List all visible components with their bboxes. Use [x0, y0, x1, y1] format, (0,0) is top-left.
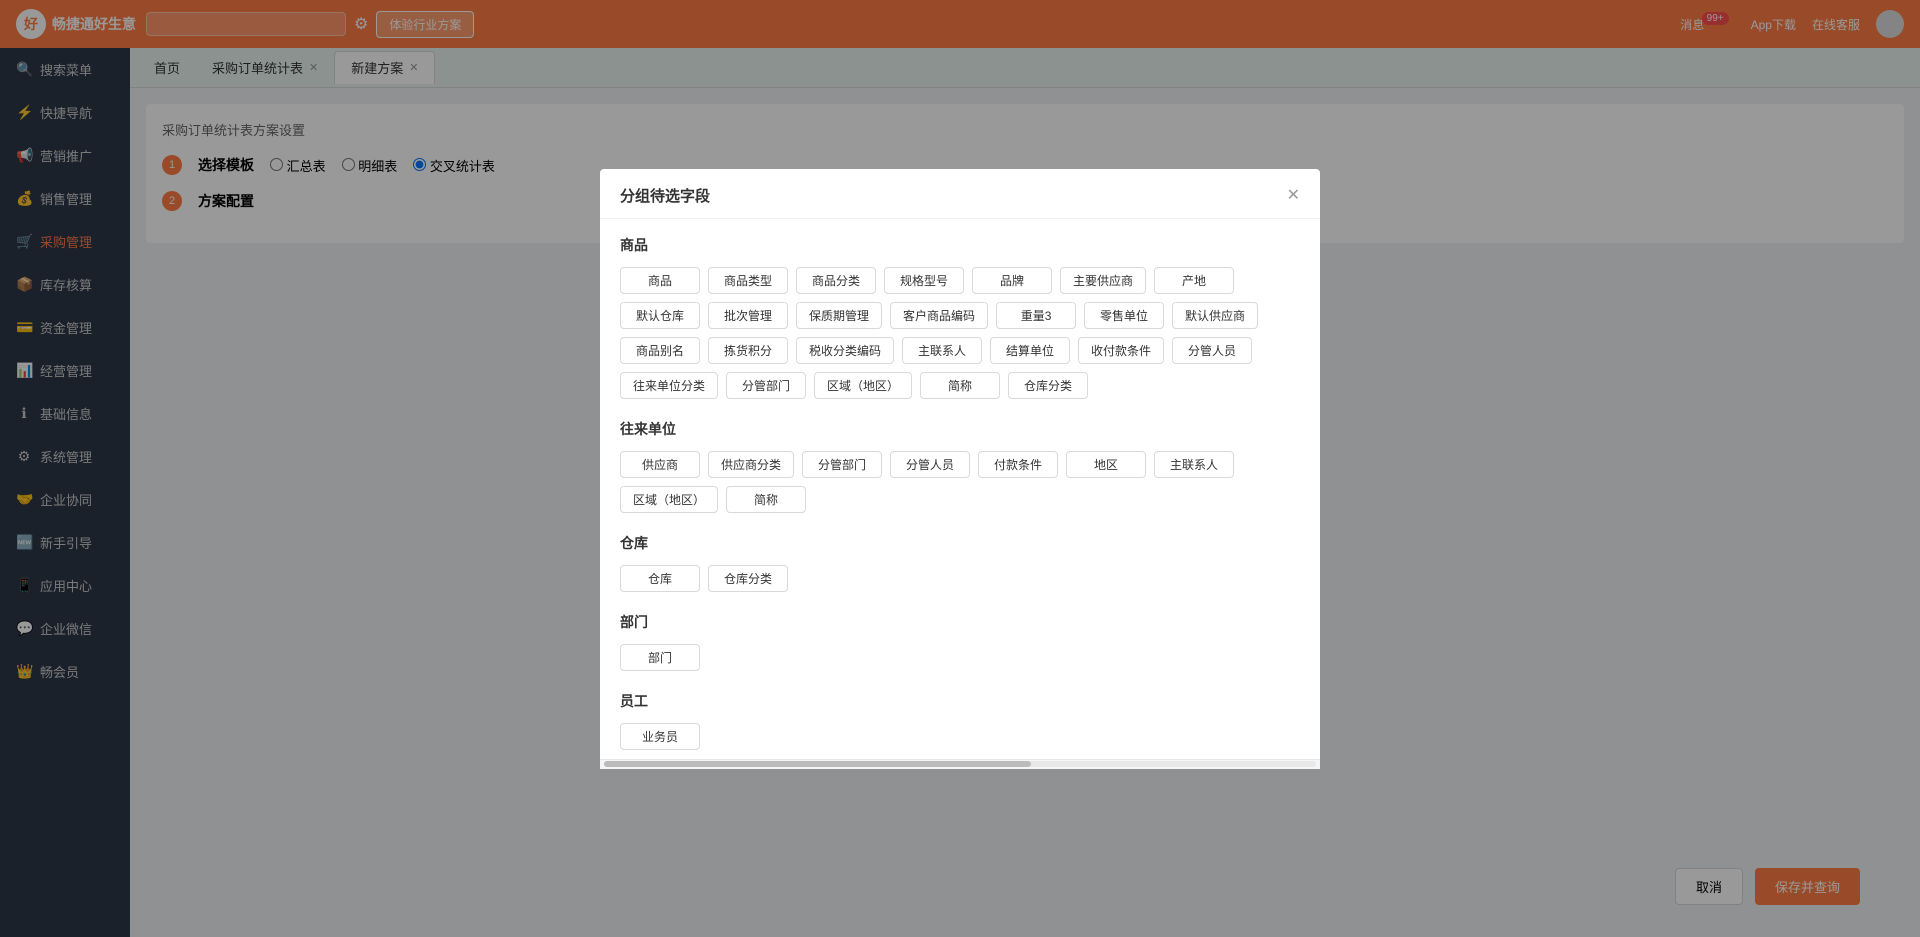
field-tag-1-6[interactable]: 主联系人: [1154, 451, 1234, 478]
field-tag-0-17[interactable]: 主联系人: [902, 337, 982, 364]
field-tag-0-0[interactable]: 商品: [620, 267, 700, 294]
field-tag-0-3[interactable]: 规格型号: [884, 267, 964, 294]
field-section-3: 部门部门: [620, 612, 1300, 671]
field-section-1: 往来单位供应商供应商分类分管部门分管人员付款条件地区主联系人区域（地区） 简称: [620, 419, 1300, 513]
section-title-1: 往来单位: [620, 419, 1300, 439]
field-tag-0-2[interactable]: 商品分类: [796, 267, 876, 294]
field-grid-1: 供应商供应商分类分管部门分管人员付款条件地区主联系人区域（地区） 简称: [620, 451, 1300, 513]
field-tag-1-0[interactable]: 供应商: [620, 451, 700, 478]
field-tag-0-5[interactable]: 主要供应商: [1060, 267, 1146, 294]
modal-overlay: 分组待选字段 ✕ 商品商品商品类型商品分类规格型号品牌主要供应商产地默认仓库批次…: [0, 0, 1920, 937]
field-tag-0-10[interactable]: 客户商品编码: [890, 302, 988, 329]
field-tag-0-19[interactable]: 收付款条件: [1078, 337, 1164, 364]
field-tag-3-0[interactable]: 部门: [620, 644, 700, 671]
field-section-2: 仓库仓库仓库分类: [620, 533, 1300, 592]
field-tag-1-3[interactable]: 分管人员: [890, 451, 970, 478]
field-grid-4: 业务员: [620, 723, 1300, 750]
field-section-4: 员工业务员: [620, 691, 1300, 750]
modal-dialog: 分组待选字段 ✕ 商品商品商品类型商品分类规格型号品牌主要供应商产地默认仓库批次…: [600, 169, 1320, 769]
field-tag-4-0[interactable]: 业务员: [620, 723, 700, 750]
field-grid-0: 商品商品类型商品分类规格型号品牌主要供应商产地默认仓库批次管理保质期管理客户商品…: [620, 267, 1300, 399]
field-tag-0-11[interactable]: 重量3: [996, 302, 1076, 329]
field-tag-0-7[interactable]: 默认仓库: [620, 302, 700, 329]
modal-title: 分组待选字段: [620, 185, 710, 206]
field-tag-0-23[interactable]: 区域（地区）: [814, 372, 912, 399]
field-tag-0-14[interactable]: 商品别名: [620, 337, 700, 364]
section-title-2: 仓库: [620, 533, 1300, 553]
scrollbar-track: [604, 761, 1316, 767]
field-tag-0-8[interactable]: 批次管理: [708, 302, 788, 329]
field-tag-0-16[interactable]: 税收分类编码: [796, 337, 894, 364]
field-tag-1-8[interactable]: 简称: [726, 486, 806, 513]
field-tag-0-25[interactable]: 仓库分类: [1008, 372, 1088, 399]
field-grid-3: 部门: [620, 644, 1300, 671]
field-grid-2: 仓库仓库分类: [620, 565, 1300, 592]
section-title-4: 员工: [620, 691, 1300, 711]
field-tag-0-15[interactable]: 拣货积分: [708, 337, 788, 364]
field-tag-0-6[interactable]: 产地: [1154, 267, 1234, 294]
modal-header: 分组待选字段 ✕: [600, 169, 1320, 219]
field-tag-0-24[interactable]: 简称: [920, 372, 1000, 399]
field-tag-0-20[interactable]: 分管人员: [1172, 337, 1252, 364]
field-section-0: 商品商品商品类型商品分类规格型号品牌主要供应商产地默认仓库批次管理保质期管理客户…: [620, 235, 1300, 399]
modal-body: 商品商品商品类型商品分类规格型号品牌主要供应商产地默认仓库批次管理保质期管理客户…: [600, 219, 1320, 759]
field-tag-1-4[interactable]: 付款条件: [978, 451, 1058, 478]
field-tag-0-9[interactable]: 保质期管理: [796, 302, 882, 329]
section-title-0: 商品: [620, 235, 1300, 255]
section-title-3: 部门: [620, 612, 1300, 632]
field-tag-2-1[interactable]: 仓库分类: [708, 565, 788, 592]
modal-close-button[interactable]: ✕: [1287, 185, 1300, 205]
field-tag-0-13[interactable]: 默认供应商: [1172, 302, 1258, 329]
field-tag-1-2[interactable]: 分管部门: [802, 451, 882, 478]
field-tag-0-12[interactable]: 零售单位: [1084, 302, 1164, 329]
field-tag-2-0[interactable]: 仓库: [620, 565, 700, 592]
field-tag-0-21[interactable]: 往来单位分类: [620, 372, 718, 399]
field-tag-0-1[interactable]: 商品类型: [708, 267, 788, 294]
field-tag-0-4[interactable]: 品牌: [972, 267, 1052, 294]
field-tag-0-18[interactable]: 结算单位: [990, 337, 1070, 364]
field-tag-1-1[interactable]: 供应商分类: [708, 451, 794, 478]
modal-scrollbar[interactable]: [600, 759, 1320, 769]
field-tag-1-5[interactable]: 地区: [1066, 451, 1146, 478]
field-tag-0-22[interactable]: 分管部门: [726, 372, 806, 399]
scrollbar-thumb: [604, 761, 1031, 767]
field-tag-1-7[interactable]: 区域（地区）: [620, 486, 718, 513]
